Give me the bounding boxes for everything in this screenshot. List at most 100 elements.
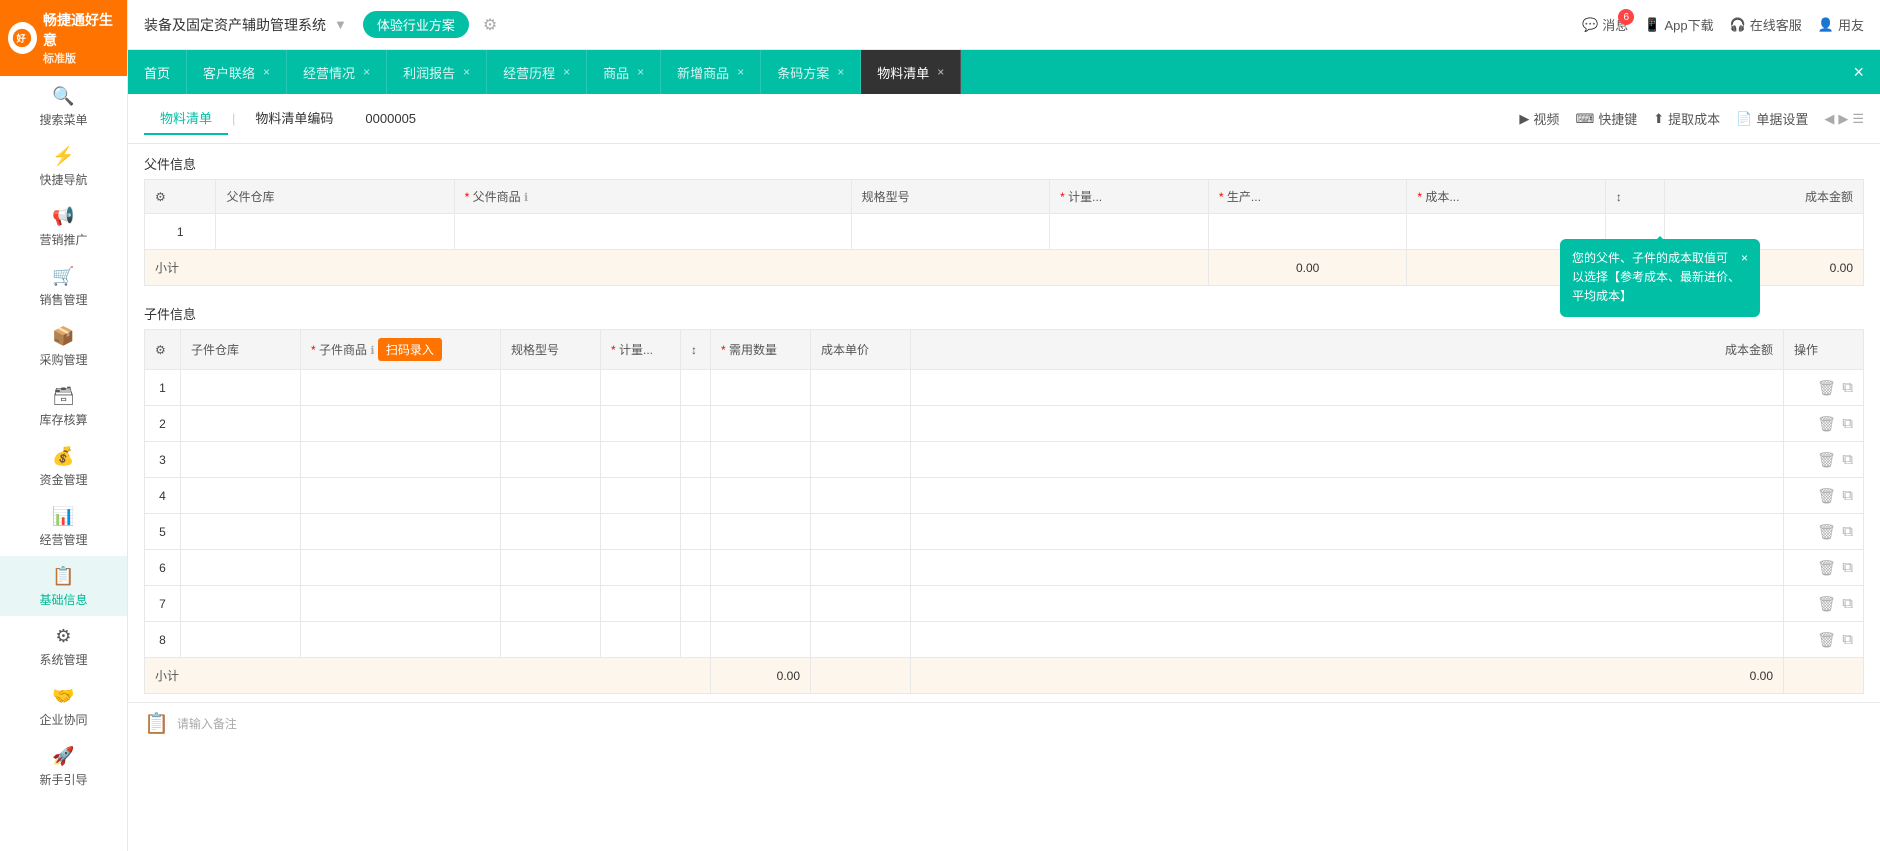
user-action[interactable]: 👤 用友 <box>1818 15 1864 34</box>
cost-action[interactable]: ⬆ 提取成本 <box>1653 109 1720 128</box>
scan-button[interactable]: 扫码录入 <box>378 338 442 361</box>
child-row-3-cost-unit[interactable] <box>811 442 911 478</box>
nav-close-icon[interactable]: × <box>1845 62 1872 83</box>
child-row-6-warehouse[interactable] <box>181 550 301 586</box>
child-row-6-goods[interactable] <box>301 550 501 586</box>
child-row-7-sort[interactable] <box>681 586 711 622</box>
child-row-4-spec[interactable] <box>501 478 601 514</box>
copy-icon-row-7[interactable]: ⧉ <box>1842 595 1853 612</box>
tab-close-business[interactable]: × <box>363 65 370 79</box>
trial-button[interactable]: 体验行业方案 <box>363 11 469 38</box>
child-row-2-warehouse[interactable] <box>181 406 301 442</box>
shortcut-action[interactable]: ⌨ 快捷键 <box>1575 109 1637 128</box>
child-row-5-cost-amount[interactable] <box>911 514 1784 550</box>
child-row-2-cost-amount[interactable] <box>911 406 1784 442</box>
child-row-4-warehouse[interactable] <box>181 478 301 514</box>
next-icon[interactable]: ▶ <box>1838 111 1848 127</box>
tab-bom[interactable]: 物料清单 × <box>861 50 961 94</box>
app-download-action[interactable]: 📱 App下载 <box>1644 15 1713 34</box>
prev-icon[interactable]: ◀ <box>1824 111 1834 127</box>
child-row-2-spec[interactable] <box>501 406 601 442</box>
delete-icon-row-8[interactable]: 🗑 <box>1817 631 1836 649</box>
child-row-7-unit[interactable] <box>601 586 681 622</box>
child-row-2-qty[interactable] <box>711 406 811 442</box>
child-row-5-cost-unit[interactable] <box>811 514 911 550</box>
child-row-1-cost-unit[interactable] <box>811 370 911 406</box>
child-row-7-spec[interactable] <box>501 586 601 622</box>
child-row-4-sort[interactable] <box>681 478 711 514</box>
child-row-5-qty[interactable] <box>711 514 811 550</box>
tab-close-bom[interactable]: × <box>937 65 944 79</box>
child-row-3-qty[interactable] <box>711 442 811 478</box>
child-row-8-cost-unit[interactable] <box>811 622 911 658</box>
child-row-6-sort[interactable] <box>681 550 711 586</box>
delete-icon-row-5[interactable]: 🗑 <box>1817 523 1836 541</box>
child-row-6-qty[interactable] <box>711 550 811 586</box>
sidebar-item-quick[interactable]: ⚡ 快捷导航 <box>0 136 127 196</box>
child-row-8-qty[interactable] <box>711 622 811 658</box>
child-row-3-spec[interactable] <box>501 442 601 478</box>
child-row-8-cost-amount[interactable] <box>911 622 1784 658</box>
child-row-3-goods[interactable] <box>301 442 501 478</box>
child-row-1-cost-amount[interactable] <box>911 370 1784 406</box>
tab-close-profit[interactable]: × <box>463 65 470 79</box>
sub-tab-bom-list[interactable]: 物料清单 <box>144 102 228 135</box>
sidebar-item-marketing[interactable]: 📢 营销推广 <box>0 196 127 256</box>
parent-row-1-goods[interactable] <box>454 214 851 250</box>
parent-row-1-prod[interactable] <box>1208 214 1406 250</box>
child-row-3-warehouse[interactable] <box>181 442 301 478</box>
child-row-4-goods[interactable] <box>301 478 501 514</box>
child-row-8-warehouse[interactable] <box>181 622 301 658</box>
child-row-5-spec[interactable] <box>501 514 601 550</box>
child-row-5-goods[interactable] <box>301 514 501 550</box>
tab-close-goods[interactable]: × <box>637 65 644 79</box>
delete-icon-row-6[interactable]: 🗑 <box>1817 559 1836 577</box>
child-row-7-cost-unit[interactable] <box>811 586 911 622</box>
child-row-8-sort[interactable] <box>681 622 711 658</box>
video-action[interactable]: ▶ 视频 <box>1519 109 1559 128</box>
tab-business[interactable]: 经营情况 × <box>287 50 387 94</box>
sidebar-item-finance[interactable]: 💰 资金管理 <box>0 436 127 496</box>
settings-action[interactable]: 📄 单据设置 <box>1736 109 1808 128</box>
copy-icon-row-3[interactable]: ⧉ <box>1842 451 1853 468</box>
delete-icon-row-2[interactable]: 🗑 <box>1817 415 1836 433</box>
child-row-8-unit[interactable] <box>601 622 681 658</box>
child-row-2-unit[interactable] <box>601 406 681 442</box>
child-row-8-spec[interactable] <box>501 622 601 658</box>
tab-goods[interactable]: 商品 × <box>587 50 661 94</box>
delete-icon-row-7[interactable]: 🗑 <box>1817 595 1836 613</box>
child-row-5-warehouse[interactable] <box>181 514 301 550</box>
child-row-1-spec[interactable] <box>501 370 601 406</box>
sidebar-item-search[interactable]: 🔍 搜索菜单 <box>0 76 127 136</box>
child-row-6-unit[interactable] <box>601 550 681 586</box>
child-row-4-unit[interactable] <box>601 478 681 514</box>
child-row-4-cost-amount[interactable] <box>911 478 1784 514</box>
service-action[interactable]: 🎧 在线客服 <box>1730 15 1802 34</box>
child-row-3-sort[interactable] <box>681 442 711 478</box>
tab-close-barcode[interactable]: × <box>837 65 844 79</box>
delete-icon-row-4[interactable]: 🗑 <box>1817 487 1836 505</box>
child-row-7-goods[interactable] <box>301 586 501 622</box>
sidebar-item-guide[interactable]: 🚀 新手引导 <box>0 736 127 796</box>
child-row-1-warehouse[interactable] <box>181 370 301 406</box>
sidebar-item-system[interactable]: ⚙ 系统管理 <box>0 616 127 676</box>
copy-icon-row-2[interactable]: ⧉ <box>1842 415 1853 432</box>
child-row-4-cost-unit[interactable] <box>811 478 911 514</box>
tooltip-close-button[interactable]: × <box>1741 249 1748 268</box>
copy-icon-row-8[interactable]: ⧉ <box>1842 631 1853 648</box>
child-row-1-goods[interactable] <box>301 370 501 406</box>
tab-close-customer[interactable]: × <box>263 65 270 79</box>
dropdown-icon[interactable]: ▼ <box>334 17 347 32</box>
parent-row-1-spec[interactable] <box>851 214 1049 250</box>
sidebar-item-basic[interactable]: 📋 基础信息 <box>0 556 127 616</box>
copy-icon-row-1[interactable]: ⧉ <box>1842 379 1853 396</box>
child-row-1-unit[interactable] <box>601 370 681 406</box>
settings-icon[interactable]: ⚙ <box>483 15 497 35</box>
child-row-8-goods[interactable] <box>301 622 501 658</box>
child-row-7-warehouse[interactable] <box>181 586 301 622</box>
tab-close-new-goods[interactable]: × <box>737 65 744 79</box>
child-row-3-cost-amount[interactable] <box>911 442 1784 478</box>
grid-icon[interactable]: ☰ <box>1852 111 1864 127</box>
tab-home[interactable]: 首页 <box>128 50 187 94</box>
sub-tab-bom-code[interactable]: 物料清单编码 <box>239 102 349 135</box>
